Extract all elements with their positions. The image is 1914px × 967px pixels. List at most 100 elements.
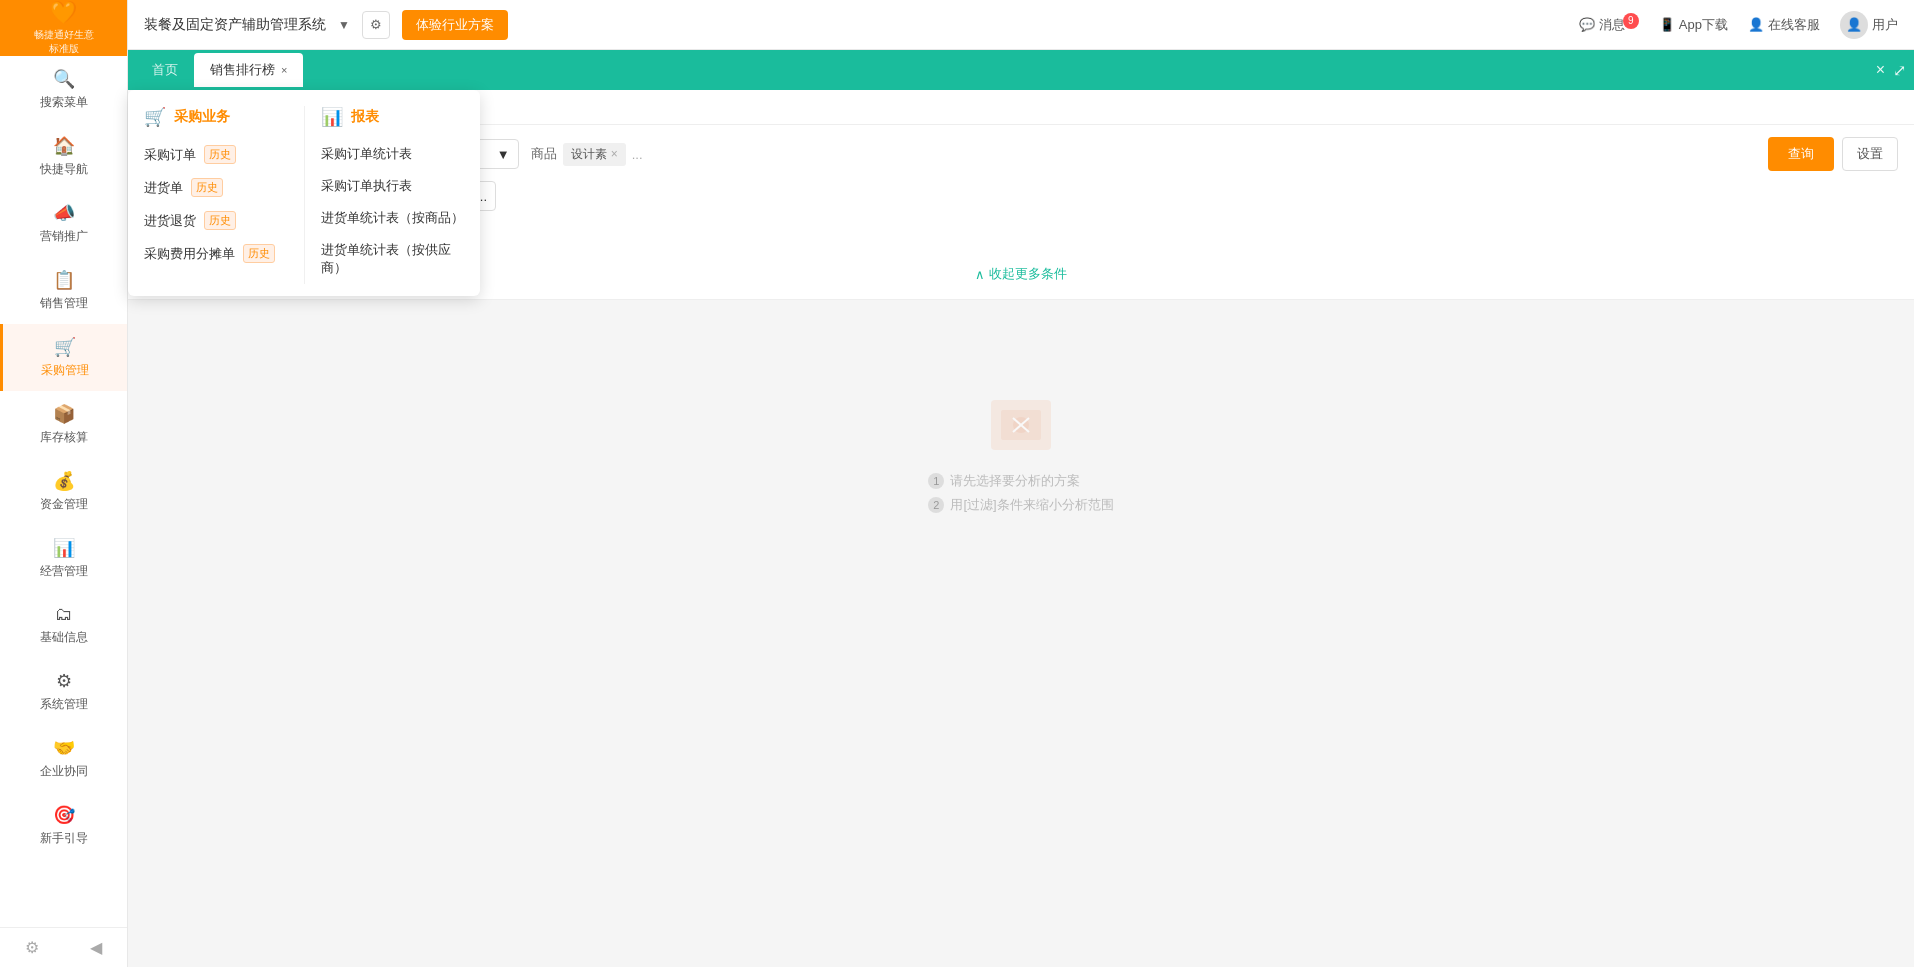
tip-2-dot: 2 bbox=[928, 497, 944, 513]
guide-icon: 🎯 bbox=[53, 804, 75, 826]
purchase-dropdown-menu: 🛒 采购业务 采购订单 历史 进货单 历史 进货退货 历史 采购费用分摊单 历史 bbox=[128, 90, 480, 296]
notification-label: 消息 bbox=[1599, 16, 1625, 34]
sidebar-item-search[interactable]: 🔍 搜索菜单 bbox=[0, 56, 127, 123]
tabs-bar: 首页 销售排行榜 × × ⤢ bbox=[128, 50, 1914, 90]
sidebar-logo: 🧡 畅捷通好生意 标准版 bbox=[0, 0, 127, 56]
sidebar-item-label: 基础信息 bbox=[40, 629, 88, 646]
sidebar-item-basic[interactable]: 🗂 基础信息 bbox=[0, 592, 127, 658]
sidebar-item-system[interactable]: ⚙ 系统管理 bbox=[0, 658, 127, 725]
search-icon: 🔍 bbox=[53, 68, 75, 90]
goods-tag-remove[interactable]: × bbox=[611, 147, 618, 161]
empty-illustration bbox=[971, 380, 1071, 460]
return-history: 历史 bbox=[204, 211, 236, 230]
inbound-history: 历史 bbox=[191, 178, 223, 197]
return-label: 进货退货 bbox=[144, 212, 196, 230]
system-title-dropdown[interactable]: ▼ bbox=[338, 18, 350, 32]
system-title: 装餐及固定资产辅助管理系统 bbox=[144, 16, 326, 34]
dropdown-item-inbound[interactable]: 进货单 历史 bbox=[144, 171, 288, 204]
settings-button[interactable]: 设置 bbox=[1842, 137, 1898, 171]
window-maximize-icon[interactable]: ⤢ bbox=[1893, 61, 1906, 80]
goods-tag: 设计素 × bbox=[563, 143, 626, 166]
tab-sales-rank[interactable]: 销售排行榜 × bbox=[194, 53, 303, 87]
order-stats-label: 采购订单统计表 bbox=[321, 145, 412, 163]
online-service-action[interactable]: 👤 在线客服 bbox=[1748, 16, 1820, 34]
tip-1-text: 请先选择要分析的方案 bbox=[950, 472, 1080, 490]
collapse-sidebar-button[interactable]: ◀ bbox=[90, 938, 102, 957]
home-icon: 🏠 bbox=[53, 135, 75, 157]
dropdown-columns: 🛒 采购业务 采购订单 历史 进货单 历史 进货退货 历史 采购费用分摊单 历史 bbox=[128, 106, 480, 284]
industry-btn[interactable]: 体验行业方案 bbox=[402, 10, 508, 40]
dropdown-item-inbound-stats-supplier[interactable]: 进货单统计表（按供应商） bbox=[321, 234, 465, 284]
filter-actions: 查询 设置 bbox=[1768, 137, 1898, 171]
dropdown-item-cost[interactable]: 采购费用分摊单 历史 bbox=[144, 237, 288, 270]
purchase-business-title: 采购业务 bbox=[174, 108, 230, 126]
inventory-icon: 📦 bbox=[53, 403, 75, 425]
sidebar-item-label: 营销推广 bbox=[40, 228, 88, 245]
purchase-icon: 🛒 bbox=[54, 336, 76, 358]
dropdown-item-order-exec[interactable]: 采购订单执行表 bbox=[321, 170, 465, 202]
query-button[interactable]: 查询 bbox=[1768, 137, 1834, 171]
topbar-settings-button[interactable]: ⚙ bbox=[362, 11, 390, 39]
sidebar-item-sales[interactable]: 📋 销售管理 bbox=[0, 257, 127, 324]
empty-tips: 1 请先选择要分析的方案 2 用[过滤]条件来缩小分析范围 bbox=[928, 472, 1113, 514]
sidebar-item-marketing[interactable]: 📣 营销推广 bbox=[0, 190, 127, 257]
inbound-stats-goods-label: 进货单统计表（按商品） bbox=[321, 209, 464, 227]
phone-icon: 📱 bbox=[1659, 17, 1675, 32]
tip-2: 2 用[过滤]条件来缩小分析范围 bbox=[928, 496, 1113, 514]
sidebar-item-purchase[interactable]: 🛒 采购管理 bbox=[0, 324, 127, 391]
notification-badge: 9 bbox=[1623, 13, 1639, 29]
tab-home[interactable]: 首页 bbox=[136, 53, 194, 87]
tip-2-text: 用[过滤]条件来缩小分析范围 bbox=[950, 496, 1113, 514]
enterprise-icon: 🤝 bbox=[53, 737, 75, 759]
tab-sales-rank-close[interactable]: × bbox=[281, 64, 287, 76]
user-action[interactable]: 👤 用户 bbox=[1840, 11, 1898, 39]
sidebar-item-operation[interactable]: 📊 经营管理 bbox=[0, 525, 127, 592]
collapse-icon: ∧ bbox=[975, 267, 985, 282]
dropdown-item-purchase-order[interactable]: 采购订单 历史 bbox=[144, 138, 288, 171]
sidebar-item-guide[interactable]: 🎯 新手引导 bbox=[0, 792, 127, 859]
inbound-label: 进货单 bbox=[144, 179, 183, 197]
sidebar-item-enterprise[interactable]: 🤝 企业协同 bbox=[0, 725, 127, 792]
settings-bottom-button[interactable]: ⚙ bbox=[25, 938, 39, 957]
tab-sales-rank-label: 销售排行榜 bbox=[210, 61, 275, 79]
cost-history: 历史 bbox=[243, 244, 275, 263]
notification-icon: 💬 bbox=[1579, 17, 1595, 32]
sidebar-bottom: ⚙ ◀ bbox=[0, 927, 127, 967]
sidebar-item-quick-nav[interactable]: 🏠 快捷导航 bbox=[0, 123, 127, 190]
tip-1: 1 请先选择要分析的方案 bbox=[928, 472, 1113, 490]
bill-status-chevron: ▼ bbox=[497, 147, 510, 162]
logo-icon: 🧡 bbox=[46, 0, 82, 26]
goods-label: 商品 bbox=[531, 145, 557, 163]
sidebar-item-finance[interactable]: 💰 资金管理 bbox=[0, 458, 127, 525]
operation-icon: 📊 bbox=[53, 537, 75, 559]
goods-tag-text: 设计素 bbox=[571, 146, 607, 163]
purchase-business-col: 🛒 采购业务 采购订单 历史 进货单 历史 进货退货 历史 采购费用分摊单 历史 bbox=[128, 106, 305, 284]
sidebar-item-inventory[interactable]: 📦 库存核算 bbox=[0, 391, 127, 458]
app-download-label: App下载 bbox=[1679, 16, 1728, 34]
purchase-business-icon: 🛒 bbox=[144, 106, 166, 128]
basic-icon: 🗂 bbox=[55, 604, 73, 625]
system-icon: ⚙ bbox=[56, 670, 72, 692]
sidebar-item-label: 快捷导航 bbox=[40, 161, 88, 178]
inbound-stats-supplier-label: 进货单统计表（按供应商） bbox=[321, 241, 465, 277]
goods-more[interactable]: ... bbox=[632, 147, 643, 162]
cost-label: 采购费用分摊单 bbox=[144, 245, 235, 263]
sidebar-item-label: 搜索菜单 bbox=[40, 94, 88, 111]
service-icon: 👤 bbox=[1748, 17, 1764, 32]
purchase-order-history: 历史 bbox=[204, 145, 236, 164]
marketing-icon: 📣 bbox=[53, 202, 75, 224]
purchase-business-header: 🛒 采购业务 bbox=[144, 106, 288, 128]
dropdown-item-inbound-stats-goods[interactable]: 进货单统计表（按商品） bbox=[321, 202, 465, 234]
tabs-window-controls: × ⤢ bbox=[1876, 61, 1906, 80]
dropdown-item-return[interactable]: 进货退货 历史 bbox=[144, 204, 288, 237]
user-label: 用户 bbox=[1872, 16, 1898, 34]
sidebar-item-label: 销售管理 bbox=[40, 295, 88, 312]
notification-action[interactable]: 💬 消息 9 bbox=[1579, 16, 1639, 34]
app-download-action[interactable]: 📱 App下载 bbox=[1659, 16, 1728, 34]
window-close-icon[interactable]: × bbox=[1876, 61, 1885, 80]
collapse-label: 收起更多条件 bbox=[989, 265, 1067, 283]
dropdown-item-order-stats[interactable]: 采购订单统计表 bbox=[321, 138, 465, 170]
report-title: 报表 bbox=[351, 108, 379, 126]
sidebar-item-label: 系统管理 bbox=[40, 696, 88, 713]
logo-text: 畅捷通好生意 bbox=[34, 28, 94, 42]
